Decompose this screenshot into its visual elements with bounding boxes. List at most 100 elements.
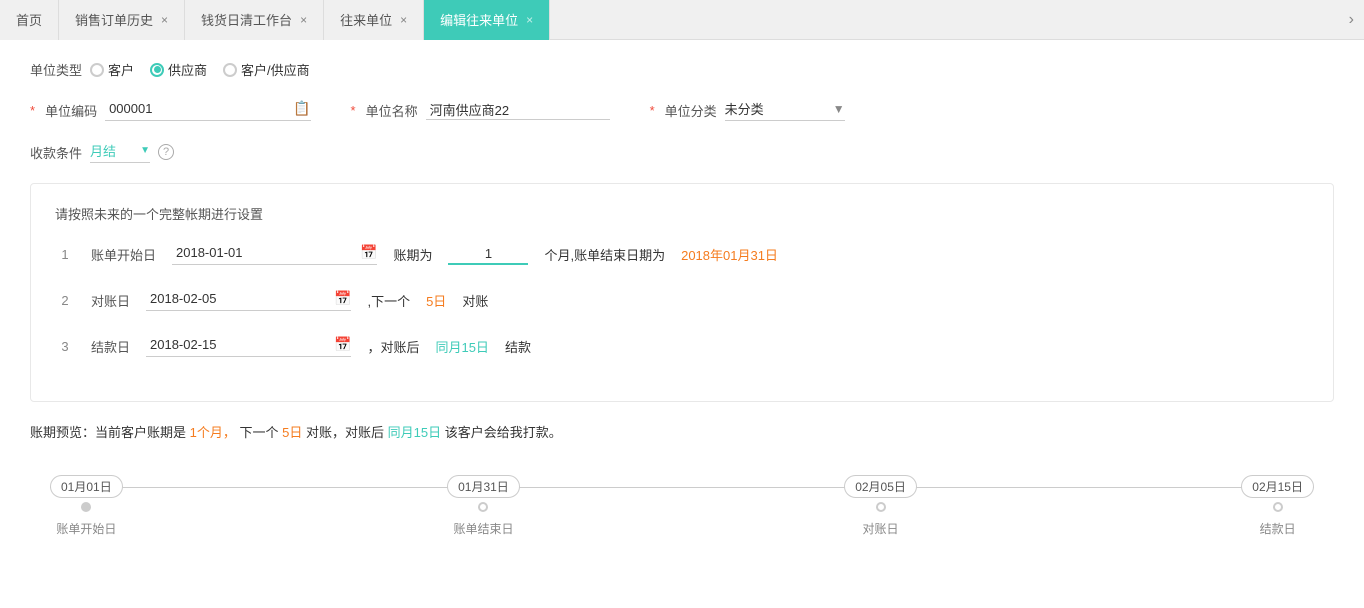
row-3-highlight-b: 同月15日 — [435, 337, 488, 356]
radio-customer-circle — [90, 63, 104, 77]
unit-code-input-wrapper: 📋 — [105, 99, 310, 121]
payment-condition-help[interactable]: ? — [158, 144, 174, 160]
tab-edit-partner[interactable]: 编辑往来单位 × — [424, 0, 550, 40]
unit-type-label: 单位类型 — [30, 60, 82, 79]
row-1-suffix-before: 账期为 — [393, 245, 432, 264]
row-3-label: 结款日 — [91, 337, 130, 356]
timeline-dot-1 — [478, 502, 488, 512]
radio-customer-label: 客户 — [108, 60, 134, 79]
tab-partner[interactable]: 往来单位 × — [324, 0, 424, 40]
tab-cash-daily[interactable]: 钱货日清工作台 × — [185, 0, 324, 40]
preview-middle2: 对账，对账后 — [306, 425, 384, 440]
unit-category-value: 未分类 — [725, 99, 829, 118]
row-3-suffix-a: ，对账后 — [367, 337, 419, 356]
unit-code-input[interactable] — [105, 99, 289, 118]
timeline-label-3: 结款日 — [1260, 520, 1296, 537]
tab-sales-history[interactable]: 销售订单历史 × — [59, 0, 185, 40]
unit-category-dropdown[interactable]: 未分类 ▼ — [725, 99, 845, 121]
timeline-date-0: 01月01日 — [50, 475, 123, 498]
timeline-label-1: 账单结束日 — [453, 520, 513, 537]
preview-suffix: 该客户会给我打款。 — [445, 425, 562, 440]
unit-name-star: * — [351, 103, 356, 118]
radio-both-circle — [223, 63, 237, 77]
timeline-label-2: 对账日 — [863, 520, 899, 537]
tabs-scroll-right[interactable]: › — [1339, 11, 1364, 29]
timeline-date-2: 02月05日 — [844, 475, 917, 498]
timeline-date-3: 02月15日 — [1241, 475, 1314, 498]
payment-condition-label: 收款条件 — [30, 143, 82, 162]
payment-condition-group: 收款条件 月结 ▼ ? — [30, 141, 174, 163]
start-date-input-wrapper: 📅 — [172, 243, 377, 265]
config-row-3: 3 结款日 📅 ，对账后 同月15日 结款 — [55, 335, 1309, 357]
unit-category-star: * — [650, 103, 655, 118]
config-card: 请按照未来的一个完整帐期进行设置 1 账单开始日 📅 账期为 个月,账单结束日期… — [30, 183, 1334, 402]
row-2-suffix-b: 对账 — [462, 291, 488, 310]
radio-group: 客户 供应商 客户/供应商 — [90, 60, 310, 79]
tab-cash-daily-close[interactable]: × — [300, 13, 307, 27]
unit-category-group: * 单位分类 未分类 ▼ — [650, 99, 845, 121]
radio-supplier-label: 供应商 — [168, 60, 207, 79]
timeline-dot-0 — [81, 502, 91, 512]
row-1-suffix-after: 个月,账单结束日期为 — [544, 245, 665, 264]
unit-type-row: 单位类型 客户 供应商 客户/供应商 — [30, 60, 1334, 79]
tab-home[interactable]: 首页 — [0, 0, 59, 40]
tabs-bar: 首页 销售订单历史 × 钱货日清工作台 × 往来单位 × 编辑往来单位 × › — [0, 0, 1364, 40]
row-num-1: 1 — [55, 247, 75, 262]
timeline: 01月01日 账单开始日 01月31日 账单结束日 02月05日 对账日 02月… — [30, 465, 1334, 537]
radio-both-label: 客户/供应商 — [241, 60, 310, 79]
recon-date-input[interactable] — [146, 289, 330, 308]
timeline-points: 01月01日 账单开始日 01月31日 账单结束日 02月05日 对账日 02月… — [50, 475, 1314, 537]
payment-condition-dropdown[interactable]: 月结 ▼ — [90, 141, 150, 163]
preview-highlight1: 1个月， — [190, 425, 236, 440]
preview-highlight2: 5日 — [282, 425, 302, 440]
timeline-point-1: 01月31日 账单结束日 — [447, 475, 520, 537]
month-input[interactable] — [448, 244, 528, 265]
unit-code-star: * — [30, 103, 35, 118]
radio-customer[interactable]: 客户 — [90, 60, 134, 79]
unit-type-group: 单位类型 客户 供应商 客户/供应商 — [30, 60, 310, 79]
timeline-date-1: 01月31日 — [447, 475, 520, 498]
timeline-point-3: 02月15日 结款日 — [1241, 475, 1314, 537]
tab-partner-close[interactable]: × — [400, 13, 407, 27]
row-1-label: 账单开始日 — [91, 245, 156, 264]
row-1-end-date: 2018年01月31日 — [681, 245, 778, 264]
row-2-highlight-a: 5日 — [426, 291, 446, 310]
timeline-dot-2 — [876, 502, 886, 512]
preview-prefix: 账期预览：当前客户账期是 — [30, 425, 186, 440]
tab-sales-history-label: 销售订单历史 — [75, 10, 153, 29]
preview-highlight3: 同月15日 — [388, 425, 441, 440]
config-row-2: 2 对账日 📅 ,下一个 5日 对账 — [55, 289, 1309, 311]
unit-code-copy-icon[interactable]: 📋 — [293, 100, 310, 117]
row-num-2: 2 — [55, 293, 75, 308]
unit-name-group: * 单位名称 — [351, 100, 610, 120]
config-row-1: 1 账单开始日 📅 账期为 个月,账单结束日期为 2018年01月31日 — [55, 243, 1309, 265]
payment-date-input-wrapper: 📅 — [146, 335, 351, 357]
timeline-dot-3 — [1273, 502, 1283, 512]
tab-edit-partner-label: 编辑往来单位 — [440, 10, 518, 29]
row-3-suffix-c: 结款 — [505, 337, 531, 356]
row-2-suffix-a: ,下一个 — [367, 291, 410, 310]
tab-sales-history-close[interactable]: × — [161, 13, 168, 27]
tab-partner-label: 往来单位 — [340, 10, 392, 29]
tab-home-label: 首页 — [16, 10, 42, 29]
radio-supplier[interactable]: 供应商 — [150, 60, 207, 79]
payment-condition-value: 月结 — [90, 141, 136, 160]
preview-section: 账期预览：当前客户账期是 1个月， 下一个 5日 对账，对账后 同月15日 该客… — [30, 422, 1334, 441]
unit-code-label: 单位编码 — [45, 101, 97, 120]
radio-both[interactable]: 客户/供应商 — [223, 60, 310, 79]
recon-date-calendar-icon[interactable]: 📅 — [334, 290, 351, 307]
preview-middle: 下一个 — [240, 425, 279, 440]
payment-condition-row: 收款条件 月结 ▼ ? — [30, 141, 1334, 163]
payment-condition-arrow: ▼ — [140, 145, 150, 156]
payment-date-calendar-icon[interactable]: 📅 — [334, 336, 351, 353]
start-date-input[interactable] — [172, 243, 356, 262]
row-num-3: 3 — [55, 339, 75, 354]
radio-supplier-circle — [150, 63, 164, 77]
tab-cash-daily-label: 钱货日清工作台 — [201, 10, 292, 29]
unit-info-row: * 单位编码 📋 * 单位名称 * 单位分类 未分类 ▼ — [30, 99, 1334, 121]
payment-date-input[interactable] — [146, 335, 330, 354]
unit-category-label: 单位分类 — [665, 101, 717, 120]
tab-edit-partner-close[interactable]: × — [526, 13, 533, 27]
start-date-calendar-icon[interactable]: 📅 — [360, 244, 377, 261]
unit-name-input[interactable] — [426, 100, 610, 120]
